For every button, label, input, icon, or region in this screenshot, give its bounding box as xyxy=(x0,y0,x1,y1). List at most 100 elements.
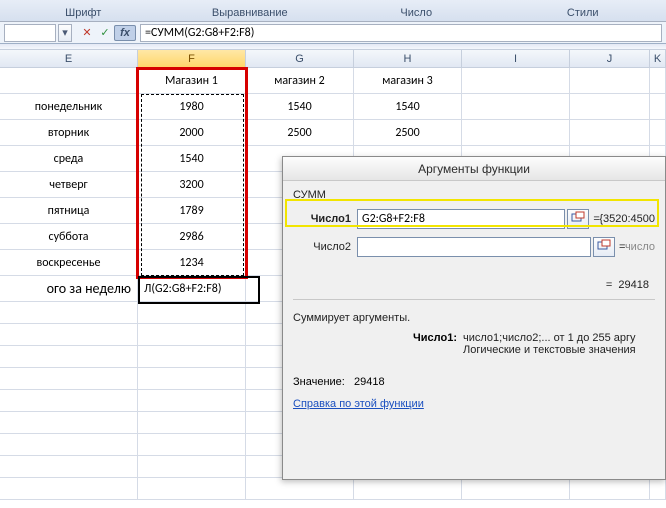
argument-row: Число1 = {3520:4500 xyxy=(293,207,655,231)
cell[interactable] xyxy=(0,68,138,94)
cell[interactable]: суббота xyxy=(0,224,138,250)
ref-edit-button[interactable] xyxy=(567,209,589,229)
cell[interactable]: четверг xyxy=(0,172,138,198)
check-icon: ✓ xyxy=(100,26,109,39)
table-row: вторник 2000 2500 2500 xyxy=(0,120,666,146)
cell[interactable] xyxy=(650,478,666,500)
formula-cancel-button[interactable]: ✕ xyxy=(78,24,96,42)
divider xyxy=(293,299,655,300)
cell[interactable]: 1980 xyxy=(138,94,246,120)
cell[interactable] xyxy=(138,324,246,346)
formula-bar: ▾ ✕ ✓ fx =СУММ(G2:G8+F2:F8) xyxy=(0,22,666,44)
cell[interactable]: 3200 xyxy=(138,172,246,198)
ribbon-group-styles[interactable]: Стили xyxy=(500,7,666,21)
column-header[interactable]: I xyxy=(462,50,570,68)
dialog-title[interactable]: Аргументы функции xyxy=(283,157,665,181)
formula-enter-button[interactable]: ✓ xyxy=(96,24,114,42)
cell[interactable]: воскресенье xyxy=(0,250,138,276)
cell[interactable] xyxy=(138,390,246,412)
ribbon-group-number[interactable]: Число xyxy=(333,7,500,21)
cell[interactable] xyxy=(138,412,246,434)
equals-sign: = xyxy=(589,213,599,225)
name-box-dropdown[interactable]: ▾ xyxy=(58,24,72,42)
ribbon-group-font[interactable]: Шрифт xyxy=(0,7,167,21)
fx-icon: fx xyxy=(120,27,130,39)
column-header[interactable]: J xyxy=(570,50,650,68)
cell[interactable]: вторник xyxy=(0,120,138,146)
formula-input[interactable]: =СУММ(G2:G8+F2:F8) xyxy=(140,24,662,42)
value-number: 29418 xyxy=(354,376,385,388)
cell[interactable]: 1540 xyxy=(354,94,462,120)
cell[interactable]: Магазин 1 xyxy=(138,68,246,94)
result-value-row: Значение: 29418 xyxy=(293,376,655,388)
cell[interactable] xyxy=(354,478,462,500)
function-help-link[interactable]: Справка по этой функции xyxy=(293,398,424,410)
cell[interactable] xyxy=(0,456,138,478)
cell[interactable] xyxy=(570,68,650,94)
arg2-input[interactable] xyxy=(357,237,591,257)
cell[interactable]: 2000 xyxy=(138,120,246,146)
cell[interactable] xyxy=(462,478,570,500)
cell[interactable]: среда xyxy=(0,146,138,172)
column-header[interactable]: G xyxy=(246,50,354,68)
formula-total: = 29418 xyxy=(293,279,649,291)
cell[interactable] xyxy=(0,324,138,346)
cell[interactable]: 2986 xyxy=(138,224,246,250)
ribbon-groups: Шрифт Выравнивание Число Стили xyxy=(0,0,666,22)
cell[interactable]: понедельник xyxy=(0,94,138,120)
cell[interactable]: магазин 2 xyxy=(246,68,354,94)
cell[interactable]: магазин 3 xyxy=(354,68,462,94)
cell[interactable] xyxy=(570,94,650,120)
cell[interactable] xyxy=(138,302,246,324)
table-row: понедельник 1980 1540 1540 xyxy=(0,94,666,120)
active-cell[interactable]: Л(G2:G8+F2:F8) xyxy=(138,276,246,302)
ribbon-group-alignment[interactable]: Выравнивание xyxy=(167,7,334,21)
arg1-label: Число1 xyxy=(293,213,357,225)
cell[interactable]: 1540 xyxy=(246,94,354,120)
cell[interactable] xyxy=(138,456,246,478)
cell[interactable] xyxy=(650,94,666,120)
dialog-body: СУММ Число1 = {3520:4500 Число2 = число xyxy=(283,181,665,416)
function-arguments-dialog[interactable]: Аргументы функции СУММ Число1 = {3520:45… xyxy=(282,156,666,480)
cell[interactable] xyxy=(138,478,246,500)
cell[interactable] xyxy=(138,368,246,390)
column-header[interactable]: E xyxy=(0,50,138,68)
cell[interactable] xyxy=(0,434,138,456)
column-header-row: E F G H I J K xyxy=(0,50,666,68)
cell[interactable]: пятница xyxy=(0,198,138,224)
arg1-result: {3520:4500 xyxy=(599,213,655,225)
cell[interactable]: 2500 xyxy=(354,120,462,146)
table-row: Магазин 1 магазин 2 магазин 3 xyxy=(0,68,666,94)
function-name-label: СУММ xyxy=(293,189,655,201)
column-header[interactable]: K xyxy=(650,50,666,68)
cell[interactable] xyxy=(462,120,570,146)
cell[interactable] xyxy=(570,478,650,500)
cell[interactable] xyxy=(462,94,570,120)
cell[interactable] xyxy=(0,390,138,412)
cell[interactable] xyxy=(0,368,138,390)
insert-function-button[interactable]: fx xyxy=(114,25,136,41)
cell[interactable]: 1540 xyxy=(138,146,246,172)
cell[interactable] xyxy=(246,478,354,500)
cell[interactable]: 1234 xyxy=(138,250,246,276)
arg1-input[interactable] xyxy=(357,209,565,229)
ref-edit-button[interactable] xyxy=(593,237,615,257)
name-box[interactable] xyxy=(4,24,56,42)
cell[interactable] xyxy=(0,346,138,368)
cell[interactable] xyxy=(138,346,246,368)
cell[interactable] xyxy=(570,120,650,146)
cell[interactable] xyxy=(0,412,138,434)
cell[interactable] xyxy=(0,302,138,324)
cell[interactable] xyxy=(650,120,666,146)
cell[interactable] xyxy=(0,478,138,500)
cell[interactable] xyxy=(462,68,570,94)
cell[interactable] xyxy=(138,434,246,456)
cell[interactable]: ого за неделю xyxy=(0,276,138,302)
cell[interactable]: 2500 xyxy=(246,120,354,146)
column-header[interactable]: F xyxy=(138,50,246,68)
cell[interactable] xyxy=(650,68,666,94)
cell[interactable]: 1789 xyxy=(138,198,246,224)
column-header[interactable]: H xyxy=(354,50,462,68)
argument-row: Число2 = число xyxy=(293,235,655,259)
arg2-result-placeholder: число xyxy=(625,241,655,253)
